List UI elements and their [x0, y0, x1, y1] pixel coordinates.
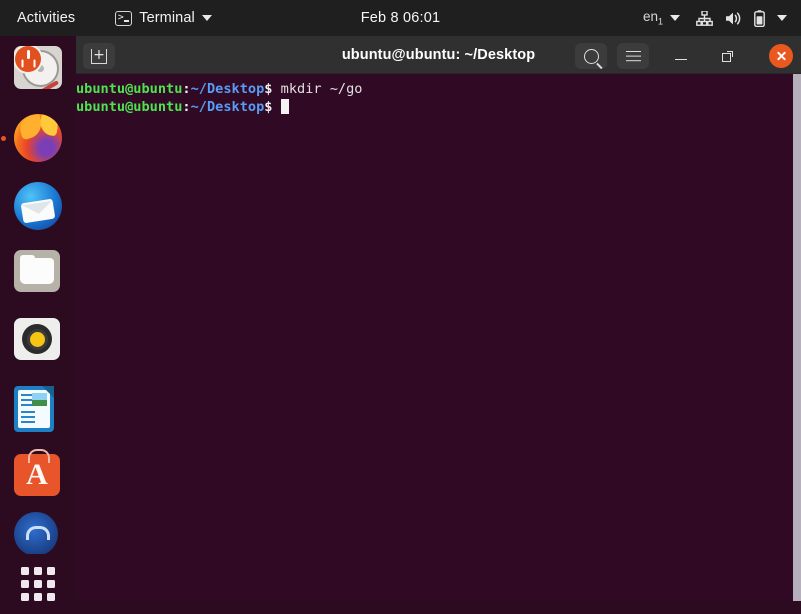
battery-icon — [754, 9, 765, 27]
close-icon — [776, 51, 787, 62]
menu-button[interactable] — [617, 43, 649, 69]
activities-button[interactable]: Activities — [8, 7, 84, 29]
ubuntu-dock — [0, 36, 76, 601]
terminal-line: ubuntu@ubuntu:~/Desktop$ — [76, 98, 801, 116]
prompt-user: ubuntu@ubuntu — [76, 81, 183, 97]
app-menu-button[interactable]: Terminal — [108, 7, 219, 29]
prompt-symbol: $ — [264, 99, 281, 115]
file-manager-icon — [14, 250, 62, 298]
terminal-titlebar[interactable]: ubuntu@ubuntu: ~/Desktop — [76, 36, 801, 74]
search-icon — [583, 48, 599, 64]
desktop-screen: Activities Terminal Feb 8 06:01 en1 — [0, 0, 801, 601]
minimize-icon — [675, 58, 687, 61]
terminal-window: ubuntu@ubuntu: ~/Desktop ubuntu@ubuntu:~… — [76, 36, 801, 601]
chevron-down-icon — [670, 15, 680, 21]
help-icon — [14, 512, 62, 554]
prompt-symbol: $ — [264, 81, 281, 97]
terminal-icon — [115, 10, 133, 26]
keyboard-layout-label: en1 — [642, 9, 663, 27]
terminal-cursor — [280, 99, 289, 114]
prompt-user: ubuntu@ubuntu — [76, 99, 183, 115]
install-disk-icon — [14, 46, 62, 94]
chevron-down-icon — [201, 15, 212, 21]
clock-label: Feb 8 06:01 — [360, 10, 441, 26]
prompt-path: ~/Desktop — [190, 99, 265, 115]
maximize-restore-icon — [721, 50, 733, 62]
system-status-menu[interactable] — [686, 7, 795, 30]
maximize-button[interactable] — [711, 43, 743, 69]
top-bar-right-group: en1 — [637, 0, 795, 36]
software-store-icon — [14, 449, 62, 502]
dock-item-files[interactable] — [0, 240, 76, 308]
dock-item-thunderbird[interactable] — [0, 172, 76, 240]
dock-item-libreoffice-writer[interactable] — [0, 376, 76, 444]
running-indicator-dot — [1, 135, 6, 141]
prompt-path: ~/Desktop — [190, 81, 265, 97]
document-writer-icon — [14, 386, 62, 434]
top-bar-left-group: Activities Terminal — [0, 0, 219, 36]
terminal-body[interactable]: ubuntu@ubuntu:~/Desktop$ mkdir ~/go ubunt… — [76, 74, 801, 601]
dock-item-ubuntu-software[interactable] — [0, 444, 76, 512]
app-menu-label: Terminal — [139, 10, 195, 26]
dock-item-help[interactable] — [0, 512, 76, 554]
network-icon — [696, 10, 713, 26]
hamburger-menu-icon — [625, 50, 641, 62]
thunderbird-mail-icon — [14, 182, 62, 230]
close-button[interactable] — [769, 44, 793, 68]
app-grid-icon — [21, 567, 55, 601]
terminal-output: ubuntu@ubuntu:~/Desktop$ mkdir ~/go ubunt… — [76, 80, 801, 116]
dock-item-firefox[interactable] — [0, 104, 76, 172]
new-tab-button[interactable] — [83, 43, 115, 69]
dock-item-rhythmbox[interactable] — [0, 308, 76, 376]
terminal-scrollbar[interactable] — [793, 74, 801, 601]
keyboard-layout-button[interactable]: en1 — [637, 6, 686, 30]
volume-icon — [726, 11, 741, 25]
minimize-button[interactable] — [665, 43, 697, 69]
new-tab-icon — [91, 47, 107, 64]
prompt-separator: : — [182, 99, 191, 115]
terminal-line: ubuntu@ubuntu:~/Desktop$ mkdir ~/go — [76, 80, 801, 98]
dock-item-install-ubuntu[interactable] — [0, 36, 76, 104]
music-player-icon — [14, 318, 62, 366]
prompt-separator: : — [182, 81, 191, 97]
firefox-icon — [14, 114, 62, 162]
dock-items — [0, 36, 76, 614]
terminal-command: mkdir ~/go — [280, 81, 363, 97]
activities-label: Activities — [17, 10, 76, 26]
gnome-top-bar: Activities Terminal Feb 8 06:01 en1 — [0, 0, 801, 36]
show-applications-button[interactable] — [0, 554, 76, 614]
search-button[interactable] — [575, 43, 607, 69]
chevron-down-icon — [777, 15, 787, 21]
